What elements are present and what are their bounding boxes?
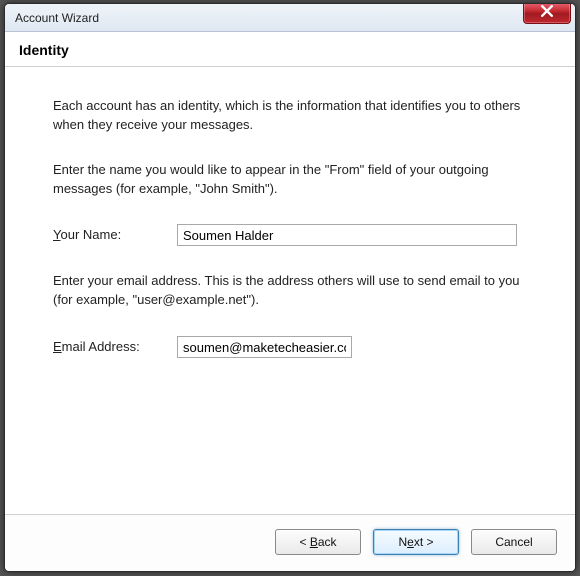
your-name-row: Your Name: [53, 224, 539, 246]
email-address-input[interactable] [177, 336, 352, 358]
close-icon [541, 5, 553, 20]
next-button[interactable]: Next > [373, 529, 459, 555]
email-address-label: Email Address: [53, 338, 177, 357]
close-button[interactable] [523, 3, 571, 24]
wizard-content: Each account has an identity, which is t… [5, 67, 575, 514]
cancel-button[interactable]: Cancel [471, 529, 557, 555]
back-button[interactable]: < Back [275, 529, 361, 555]
email-row: Email Address: [53, 336, 539, 358]
your-name-input[interactable] [177, 224, 517, 246]
page-title: Identity [19, 42, 69, 58]
intro-text: Each account has an identity, which is t… [53, 97, 539, 135]
name-prompt: Enter the name you would like to appear … [53, 161, 539, 199]
window-title: Account Wizard [15, 11, 99, 25]
wizard-footer: < Back Next > Cancel [5, 514, 575, 571]
titlebar[interactable]: Account Wizard [5, 4, 575, 32]
wizard-header: Identity [5, 32, 575, 67]
email-prompt: Enter your email address. This is the ad… [53, 272, 539, 310]
account-wizard-window: Account Wizard Identity Each account has… [4, 3, 576, 572]
your-name-label: Your Name: [53, 226, 177, 245]
